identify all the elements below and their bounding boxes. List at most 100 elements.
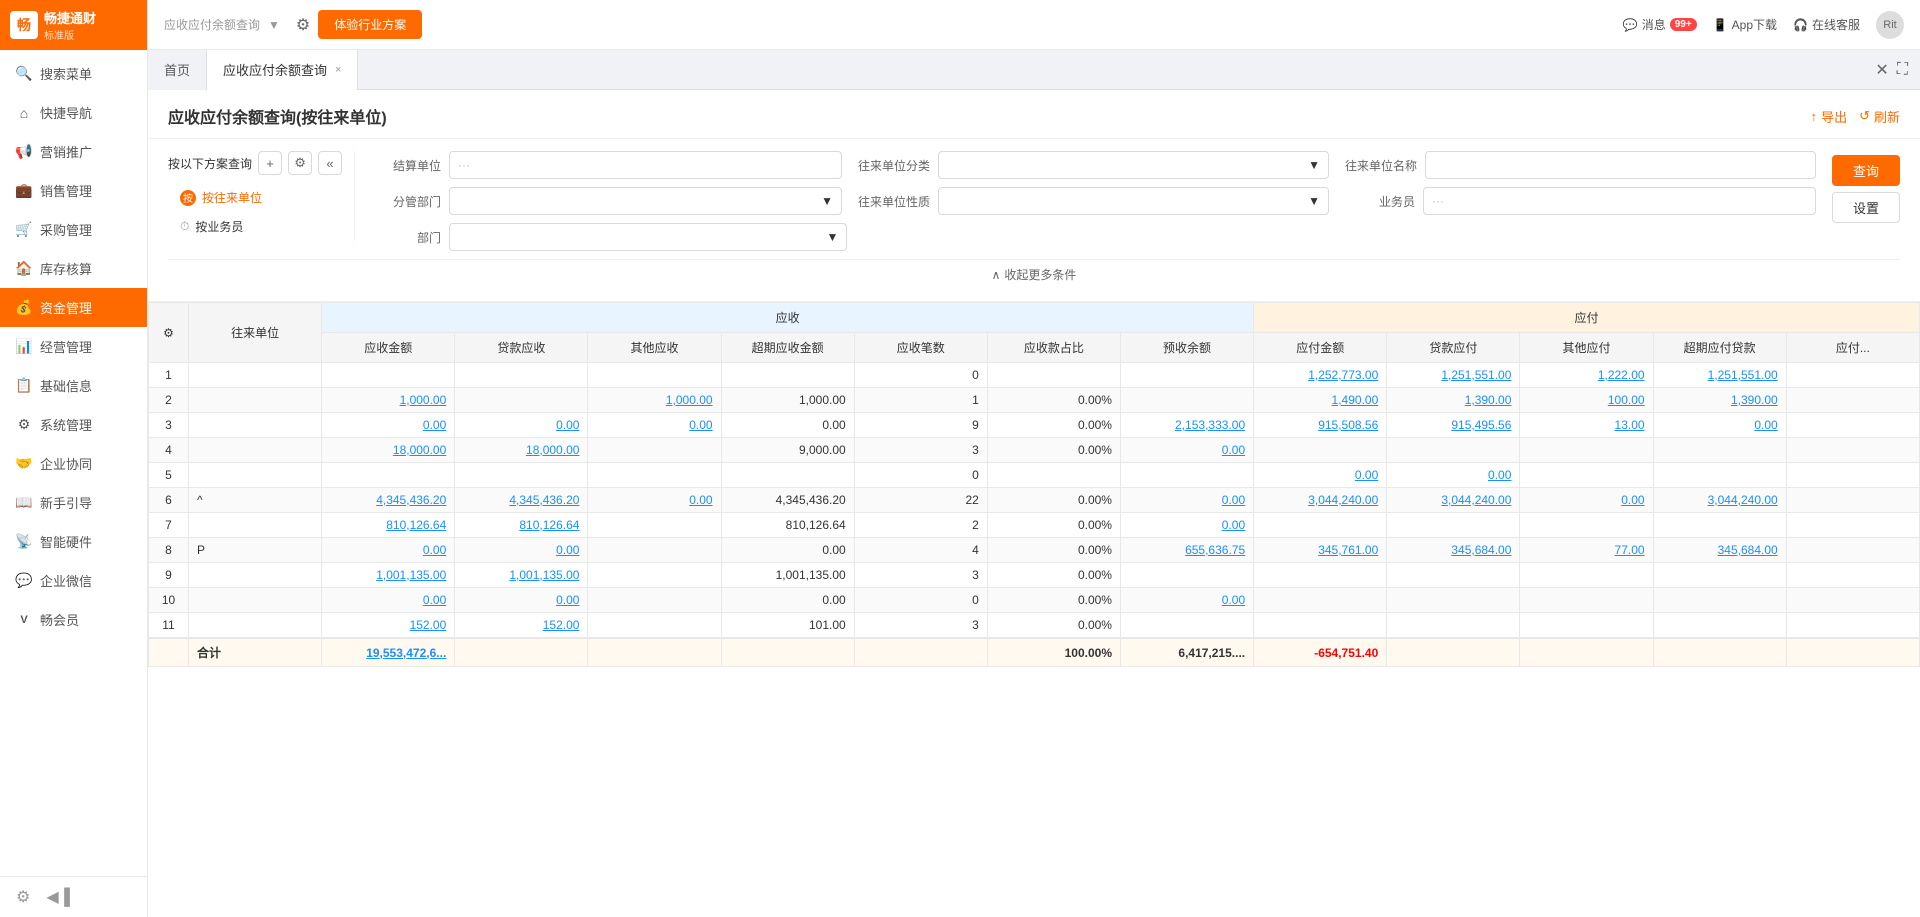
col-settings[interactable]: ⚙ — [149, 303, 189, 363]
cell-ys-other[interactable]: 1,000.00 — [588, 388, 721, 413]
cell-yf-credit[interactable]: 3,044,240.00 — [1387, 488, 1520, 513]
sidebar-item-marketing[interactable]: 📢 营销推广 — [0, 132, 147, 171]
cell-ys-credit[interactable]: 0.00 — [455, 538, 588, 563]
add-schema-icon[interactable]: + — [258, 151, 282, 175]
sales-icon: 💼 — [16, 183, 32, 199]
sidebar-item-sales[interactable]: 💼 销售管理 — [0, 171, 147, 210]
solution-button[interactable]: 体验行业方案 — [318, 10, 422, 39]
edit-schema-icon[interactable]: ⚙ — [288, 151, 312, 175]
cell-yf-other[interactable]: 1,222.00 — [1520, 363, 1653, 388]
schema-by-partner[interactable]: 按 按往来单位 — [168, 183, 342, 212]
cell-yf-amount[interactable]: 3,044,240.00 — [1254, 488, 1387, 513]
table-settings-icon[interactable]: ⚙ — [163, 326, 174, 340]
collapse-schema-icon[interactable]: « — [318, 151, 342, 175]
cell-ys-credit[interactable]: 0.00 — [455, 413, 588, 438]
cell-yf-amount[interactable]: 1,252,773.00 — [1254, 363, 1387, 388]
export-button[interactable]: ↑ 导出 — [1811, 107, 1848, 126]
cell-yf-overdue[interactable]: 0.00 — [1653, 413, 1786, 438]
sidebar-item-purchase[interactable]: 🛒 采购管理 — [0, 210, 147, 249]
filter-wanglaiyxing-select[interactable]: ▼ — [938, 187, 1329, 215]
cell-yf-overdue[interactable]: 3,044,240.00 — [1653, 488, 1786, 513]
cell-yf-other[interactable]: 100.00 — [1520, 388, 1653, 413]
cell-ys-amount[interactable]: 0.00 — [322, 413, 455, 438]
sidebar-item-basic[interactable]: 📋 基础信息 — [0, 366, 147, 405]
sidebar-item-hardware[interactable]: 📡 智能硬件 — [0, 522, 147, 561]
filter-wanglaiming-input[interactable] — [1425, 151, 1816, 179]
tab-home[interactable]: 首页 — [148, 50, 207, 90]
sidebar-item-wechat[interactable]: 💬 企业微信 — [0, 561, 147, 600]
cell-ys-amount[interactable]: 0.00 — [322, 538, 455, 563]
tab-close-icon[interactable]: × — [335, 64, 341, 76]
cell-ys-amount[interactable]: 152.00 — [322, 613, 455, 639]
cell-ys-amount[interactable]: 18,000.00 — [322, 438, 455, 463]
cell-yf-credit[interactable]: 0.00 — [1387, 463, 1520, 488]
cell-yf-credit[interactable]: 1,251,551.00 — [1387, 363, 1520, 388]
cell-yf-other[interactable]: 13.00 — [1520, 413, 1653, 438]
cell-yf-credit[interactable]: 1,390.00 — [1387, 388, 1520, 413]
cell-ys-prepay[interactable]: 2,153,333.00 — [1120, 413, 1253, 438]
cell-yf-overdue — [1653, 588, 1786, 613]
cell-ys-credit[interactable]: 18,000.00 — [455, 438, 588, 463]
tab-close-window-icon[interactable]: ✕ — [1875, 60, 1888, 80]
cell-ys-other[interactable]: 0.00 — [588, 413, 721, 438]
sidebar-item-inventory[interactable]: 🏠 库存核算 — [0, 249, 147, 288]
sidebar-item-operations[interactable]: 📊 经营管理 — [0, 327, 147, 366]
tab-arapp[interactable]: 应收应付余额查询 × — [207, 50, 358, 90]
online-service-button[interactable]: 🎧 在线客服 — [1793, 16, 1860, 33]
cell-yf-other[interactable]: 77.00 — [1520, 538, 1653, 563]
cell-ys-amount[interactable]: 810,126.64 — [322, 513, 455, 538]
message-button[interactable]: 💬 消息 99+ — [1623, 16, 1697, 33]
cell-ys-credit[interactable]: 4,345,436.20 — [455, 488, 588, 513]
collapse-more-button[interactable]: ∧ 收起更多条件 — [168, 259, 1900, 289]
sidebar-item-collab[interactable]: 🤝 企业协同 — [0, 444, 147, 483]
cell-ys-other[interactable]: 0.00 — [588, 488, 721, 513]
cell-ys-prepay[interactable]: 655,636.75 — [1120, 538, 1253, 563]
cell-yf-credit[interactable]: 345,684.00 — [1387, 538, 1520, 563]
cell-ys-amount[interactable]: 4,345,436.20 — [322, 488, 455, 513]
schema-by-salesman[interactable]: ⏱ 按业务员 — [168, 212, 342, 241]
cell-yf-other[interactable]: 0.00 — [1520, 488, 1653, 513]
tab-expand-icon[interactable]: ⛶ — [1897, 61, 1908, 79]
header-dropdown-icon[interactable]: ▼ — [268, 18, 280, 32]
cell-yf-amount[interactable]: 915,508.56 — [1254, 413, 1387, 438]
cell-ys-credit[interactable]: 0.00 — [455, 588, 588, 613]
filter-fenguan-select[interactable]: ▼ — [449, 187, 842, 215]
filter-jiesuan-input[interactable]: ··· — [449, 151, 842, 179]
refresh-button[interactable]: ↺ 刷新 — [1859, 107, 1900, 126]
cell-yf-amount[interactable]: 345,761.00 — [1254, 538, 1387, 563]
sidebar-item-guide[interactable]: 📖 新手引导 — [0, 483, 147, 522]
set-button[interactable]: 设置 — [1832, 192, 1900, 223]
sidebar-item-quicknav[interactable]: ⌂ 快捷导航 — [0, 93, 147, 132]
sidebar-item-search[interactable]: 🔍 搜索菜单 — [0, 54, 147, 93]
table-container[interactable]: ⚙ 往来单位 应收 应付 应收金额 贷款应 — [148, 302, 1920, 917]
cell-yf-amount[interactable]: 0.00 — [1254, 463, 1387, 488]
sidebar-item-capital[interactable]: 💰 资金管理 — [0, 288, 147, 327]
cell-ys-prepay[interactable]: 0.00 — [1120, 488, 1253, 513]
app-download-button[interactable]: 📱 App下载 — [1713, 16, 1777, 33]
cell-yf-overdue[interactable]: 345,684.00 — [1653, 538, 1786, 563]
cell-ys-credit[interactable]: 810,126.64 — [455, 513, 588, 538]
filter-wanglaifenlei-select[interactable]: ▼ — [938, 151, 1329, 179]
cell-yf-credit[interactable]: 915,495.56 — [1387, 413, 1520, 438]
cell-yf-overdue[interactable]: 1,251,551.00 — [1653, 363, 1786, 388]
filter-bumen-select[interactable]: ▼ — [449, 223, 847, 251]
cell-ys-prepay[interactable]: 0.00 — [1120, 438, 1253, 463]
cell-ys-amount[interactable]: 1,001,135.00 — [322, 563, 455, 588]
query-button[interactable]: 查询 — [1832, 155, 1900, 186]
cell-yf-overdue[interactable]: 1,390.00 — [1653, 388, 1786, 413]
cell-ys-prepay[interactable]: 0.00 — [1120, 588, 1253, 613]
settings-bottom-icon[interactable]: ⚙ — [16, 887, 30, 907]
filter-yewuyuan-input[interactable]: ··· — [1423, 187, 1816, 215]
sidebar-item-vip[interactable]: V 畅会员 — [0, 600, 147, 639]
header-gear-icon[interactable]: ⚙ — [296, 15, 310, 35]
cell-ys-amount[interactable]: 1,000.00 — [322, 388, 455, 413]
cell-ys-prepay[interactable]: 0.00 — [1120, 513, 1253, 538]
cell-ys-credit[interactable]: 1,001,135.00 — [455, 563, 588, 588]
sidebar-item-system[interactable]: ⚙ 系统管理 — [0, 405, 147, 444]
footer-ys-amount[interactable]: 19,553,472,6... — [322, 638, 455, 667]
cell-ys-amount[interactable]: 0.00 — [322, 588, 455, 613]
collapse-sidebar-icon[interactable]: ◀▐ — [46, 887, 70, 907]
cell-yf-amount[interactable]: 1,490.00 — [1254, 388, 1387, 413]
cell-ys-credit[interactable]: 152.00 — [455, 613, 588, 639]
avatar[interactable]: Rit — [1876, 11, 1904, 39]
